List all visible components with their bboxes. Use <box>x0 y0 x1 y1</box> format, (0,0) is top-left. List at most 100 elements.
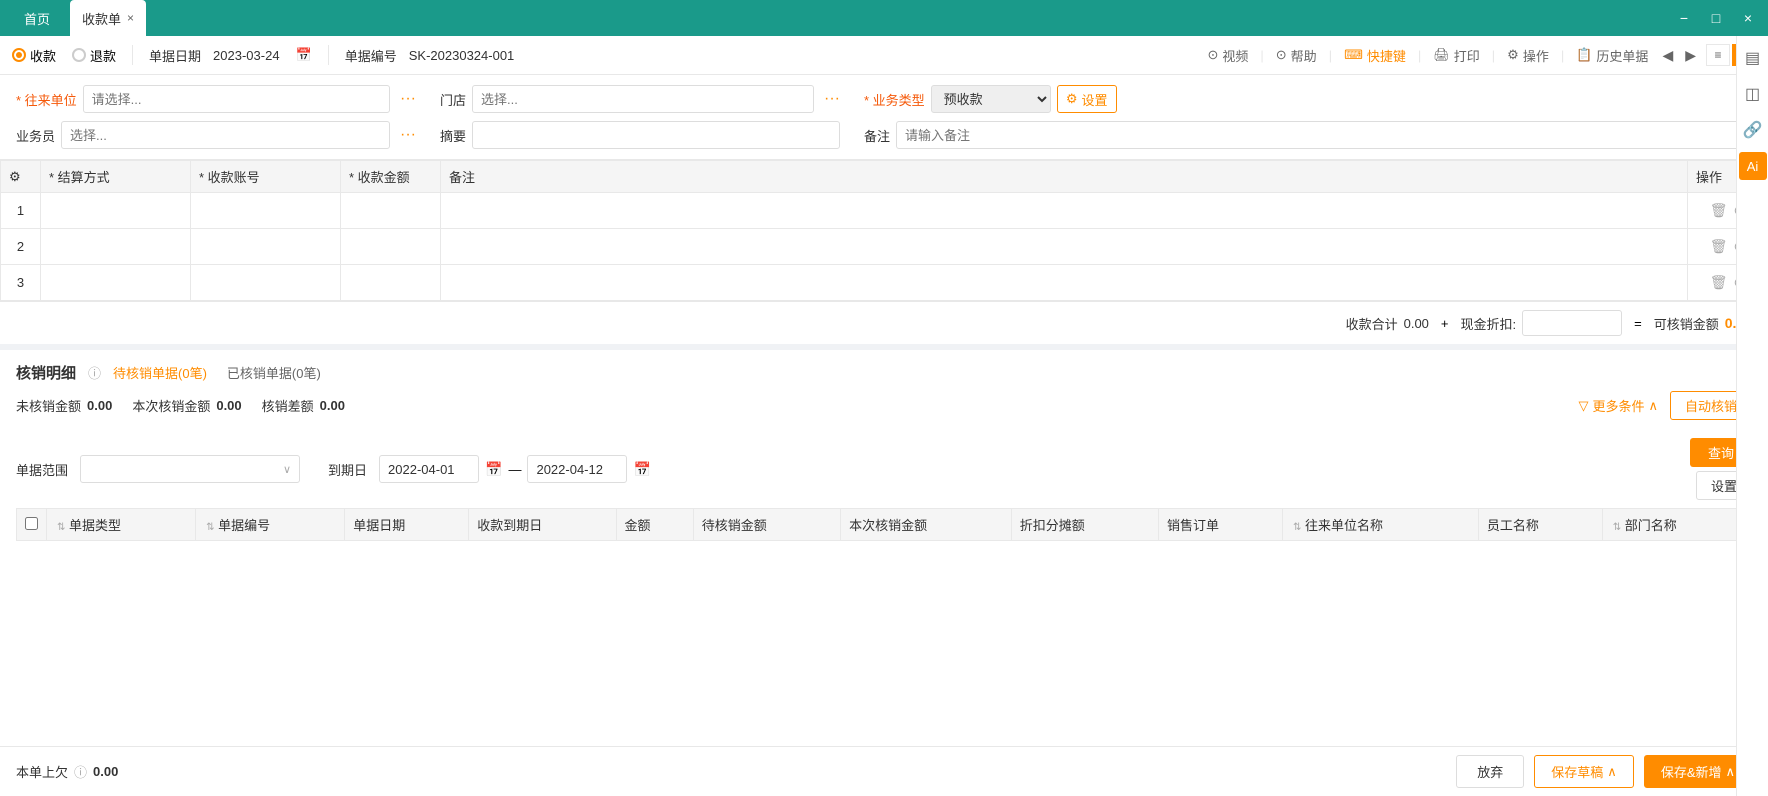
net-label: 可核销金额 <box>1654 314 1719 333</box>
close-button[interactable]: × <box>1736 6 1760 30</box>
row-num-2: 2 <box>1 229 41 265</box>
discount-input[interactable] <box>1522 310 1622 336</box>
sort-icon-2: ⇅ <box>206 522 214 533</box>
salesperson-more-icon[interactable]: ··· <box>400 126 416 144</box>
help-btn[interactable]: ⊙ 帮助 <box>1272 46 1321 65</box>
divider <box>132 45 133 65</box>
sort-icon-3: ⇅ <box>1293 522 1301 533</box>
calendar-from-icon[interactable]: 📅 <box>485 461 502 478</box>
remarks-field: 备注 <box>864 121 1752 149</box>
sort-icon-4: ⇅ <box>1613 522 1621 533</box>
list-view-btn[interactable]: ≡ <box>1706 44 1730 66</box>
reconcile-title: 核销明细 <box>16 362 76 383</box>
calendar-to-icon[interactable]: 📅 <box>633 461 650 478</box>
abandon-button[interactable]: 放弃 <box>1456 755 1524 788</box>
col-amount-header: 金额 <box>616 509 693 541</box>
filter-right: ▽ 更多条件 ∧ 自动核销 <box>1578 391 1752 420</box>
account-cell-1[interactable] <box>191 193 341 229</box>
save-draft-button[interactable]: 保存草稿 ∧ <box>1534 755 1634 788</box>
side-form-icon[interactable]: ◫ <box>1739 80 1767 108</box>
amount-cell-1[interactable] <box>341 193 441 229</box>
due-date-label: 到期日 <box>328 460 367 479</box>
unrec-value: 0.00 <box>87 398 112 413</box>
remark-cell-1[interactable] <box>441 193 1688 229</box>
pending-tab-link[interactable]: 待核销单据(0笔) <box>113 363 207 382</box>
video-btn[interactable]: ⊙ 视频 <box>1203 46 1252 65</box>
counterpart-more-icon[interactable]: ··· <box>400 90 416 108</box>
shortcut-btn[interactable]: ⌨ 快捷键 <box>1340 46 1410 65</box>
col-employee-header: 员工名称 <box>1478 509 1602 541</box>
this-rec-value: 0.00 <box>216 398 241 413</box>
store-more-icon[interactable]: ··· <box>824 90 840 108</box>
amount-cell-3[interactable] <box>341 265 441 301</box>
salesperson-input[interactable] <box>61 121 390 149</box>
checkbox-col-header[interactable] <box>17 509 47 541</box>
remark-cell-3[interactable] <box>441 265 1688 301</box>
col-date-header: 单据日期 <box>345 509 469 541</box>
counterpart-input[interactable] <box>83 85 390 113</box>
amount-cell-2[interactable] <box>341 229 441 265</box>
remarks-input[interactable] <box>896 121 1752 149</box>
summary-input[interactable] <box>472 121 840 149</box>
settlement-cell-2[interactable] <box>41 229 191 265</box>
tab-close-icon[interactable]: × <box>127 11 134 25</box>
salesperson-field: 业务员 ··· <box>16 121 416 149</box>
chevron-up-icon: ∧ <box>1648 398 1658 414</box>
remark-cell-2[interactable] <box>441 229 1688 265</box>
col-remark-header: 备注 <box>441 161 1688 193</box>
settlement-cell-1[interactable] <box>41 193 191 229</box>
maximize-button[interactable]: □ <box>1704 6 1728 30</box>
history-icon: 📋 <box>1576 47 1592 63</box>
store-field: 门店 ··· <box>440 85 840 113</box>
dropdown-arrow-icon: ∨ <box>283 463 291 476</box>
side-link-icon[interactable]: 🔗 <box>1739 116 1767 144</box>
minimize-button[interactable]: − <box>1672 6 1696 30</box>
store-input[interactable] <box>472 85 814 113</box>
plus-sign: + <box>1441 316 1449 331</box>
account-cell-3[interactable] <box>191 265 341 301</box>
filter-icon: ▽ <box>1578 398 1588 414</box>
col-counterpart-header: ⇅ 往来单位名称 <box>1283 509 1479 541</box>
calendar-icon[interactable]: 📅 <box>296 47 312 63</box>
date-from-input[interactable] <box>379 455 479 483</box>
date-to-input[interactable] <box>527 455 627 483</box>
select-all-checkbox[interactable] <box>25 517 38 530</box>
radio-shouquan[interactable]: 收款 <box>12 46 56 65</box>
reconcile-section: 核销明细 ⓘ 待核销单据(0笔) 已核销单据(0笔) 未核销金额 0.00 本次… <box>0 344 1768 553</box>
ben-dan-label: 本单上欠 <box>16 762 68 781</box>
bill-range-select[interactable]: ∨ <box>80 455 300 483</box>
col-account-header: * 收款账号 <box>191 161 341 193</box>
delete-icon-3[interactable]: 🗑 <box>1710 274 1728 291</box>
main-table: ⚙ * 结算方式 * 收款账号 * 收款金额 备注 操作 <box>0 160 1768 301</box>
setting-button[interactable]: ⚙ 设置 <box>1057 85 1117 113</box>
tab-home[interactable]: 首页 <box>8 0 66 36</box>
tab-active[interactable]: 收款单 × <box>70 0 146 36</box>
more-conditions-btn[interactable]: ▽ 更多条件 ∧ <box>1578 396 1658 415</box>
delete-icon-1[interactable]: 🗑 <box>1710 202 1728 219</box>
side-ai-button[interactable]: Ai <box>1739 152 1767 180</box>
nav-right-icon[interactable]: ▶ <box>1683 47 1698 64</box>
video-icon: ⊙ <box>1207 47 1218 63</box>
settlement-cell-3[interactable] <box>41 265 191 301</box>
summary-label: 摘要 <box>440 126 466 145</box>
window-controls: − □ × <box>1672 6 1760 30</box>
delete-icon-2[interactable]: 🗑 <box>1710 238 1728 255</box>
history-btn[interactable]: 📋 历史单据 <box>1572 46 1652 65</box>
done-tab-link[interactable]: 已核销单据(0笔) <box>227 363 321 382</box>
business-type-select[interactable]: 预收款 <box>931 85 1051 113</box>
salesperson-label: 业务员 <box>16 126 55 145</box>
operation-btn[interactable]: ⚙ 操作 <box>1503 46 1553 65</box>
total-label: 收款合计 <box>1346 314 1398 333</box>
right-panel: ▤ ◫ 🔗 Ai <box>1736 36 1768 796</box>
info-icon-2[interactable]: ⓘ <box>74 762 87 781</box>
print-btn[interactable]: 🖨 打印 <box>1429 46 1484 65</box>
radio-tuikuan[interactable]: 退款 <box>72 46 116 65</box>
account-cell-2[interactable] <box>191 229 341 265</box>
col-settings-header[interactable]: ⚙ <box>1 161 41 193</box>
info-icon[interactable]: ⓘ <box>88 363 101 382</box>
col-pending-header: 待核销金额 <box>693 509 840 541</box>
diff-value: 0.00 <box>320 398 345 413</box>
nav-left-icon[interactable]: ◀ <box>1660 47 1675 64</box>
ben-dan-value: 0.00 <box>93 764 118 779</box>
side-table-icon[interactable]: ▤ <box>1739 44 1767 72</box>
